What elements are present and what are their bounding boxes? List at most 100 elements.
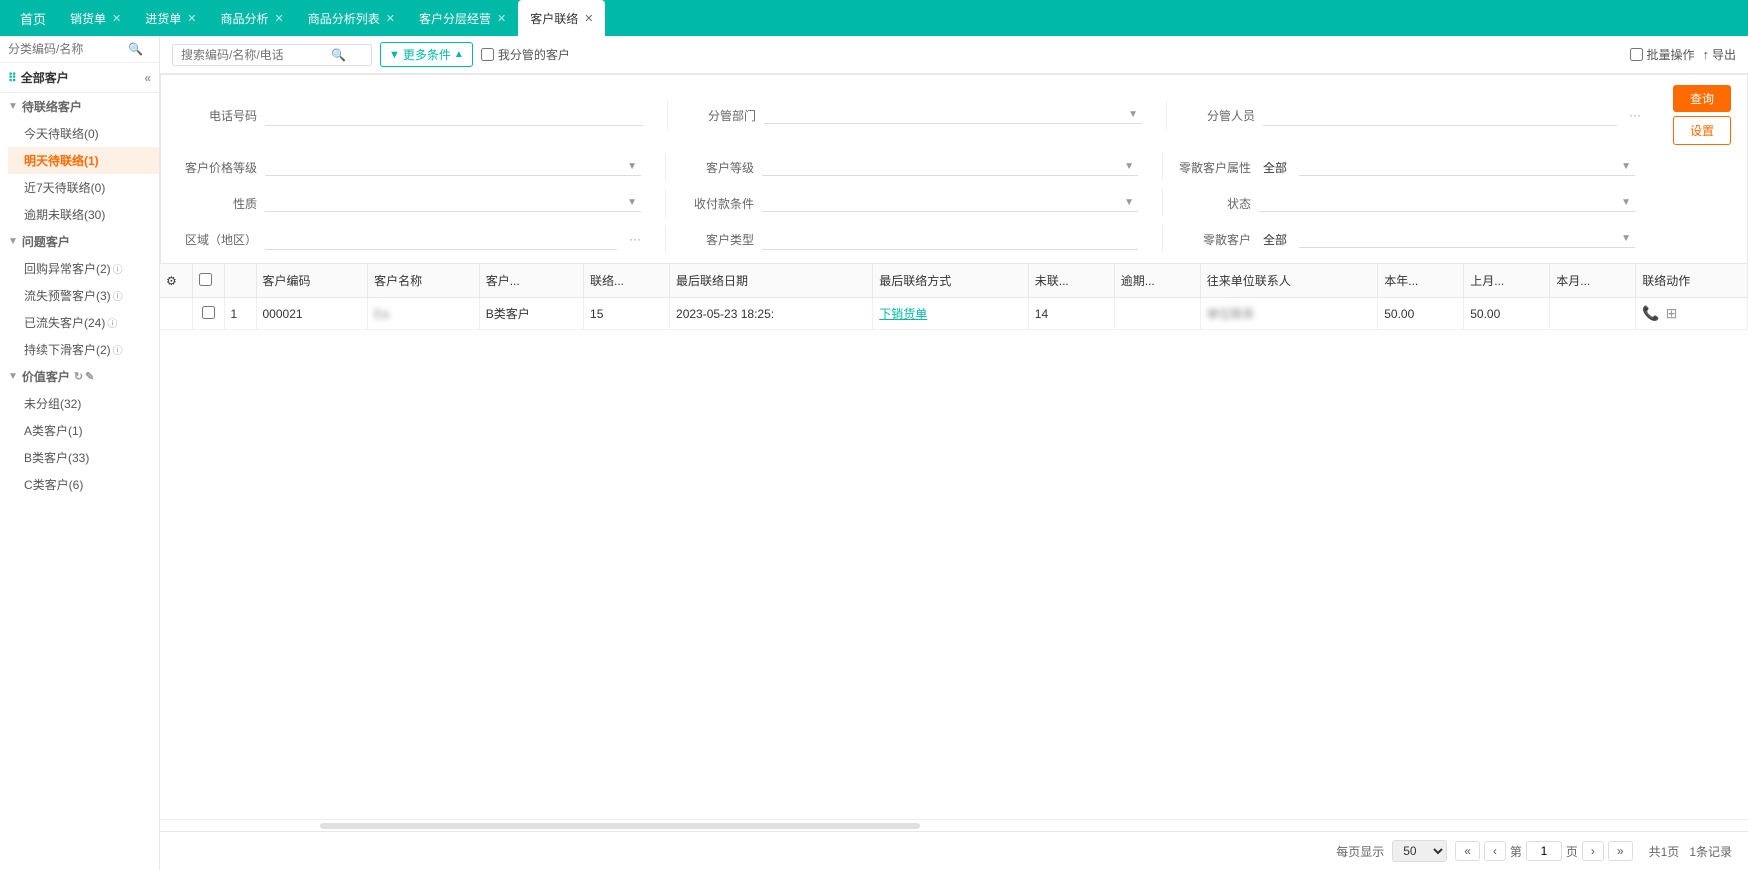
- filter-retail-customer-label: 零散客户: [1171, 231, 1251, 248]
- col-this-month-header[interactable]: 本月...: [1550, 264, 1636, 298]
- query-button[interactable]: 查询: [1673, 85, 1731, 112]
- sidebar-search-area: 🔍: [0, 36, 159, 63]
- sidebar-item-repurchase-abnormal[interactable]: 回购异常客户(2) ⓘ: [8, 255, 159, 282]
- edit-icon[interactable]: ✎: [85, 370, 94, 383]
- per-page-select[interactable]: 50 100 200: [1392, 840, 1447, 862]
- next-page-button[interactable]: ›: [1582, 841, 1604, 861]
- filter-customer-type-input[interactable]: [762, 229, 1138, 250]
- sidebar-item-a-class[interactable]: A类客户(1): [8, 417, 159, 444]
- batch-op-button[interactable]: 批量操作: [1630, 46, 1694, 63]
- sidebar-search-input[interactable]: [8, 42, 128, 56]
- search-icon[interactable]: 🔍: [128, 42, 143, 56]
- more-conditions-button[interactable]: ▼ 更多条件 ▲: [380, 42, 473, 67]
- nav-home[interactable]: 首页: [8, 0, 58, 36]
- search-icon[interactable]: 🔍: [331, 48, 346, 62]
- filter-dept-select[interactable]: ▼: [764, 106, 1142, 124]
- search-input[interactable]: [181, 48, 331, 62]
- filter-retail-attr-select[interactable]: ▼: [1299, 158, 1635, 176]
- sidebar-item-churn-warning[interactable]: 流失预警客户(3) ⓘ: [8, 282, 159, 309]
- col-name-header[interactable]: 客户名称: [368, 264, 480, 298]
- filter-person-input[interactable]: [1263, 105, 1617, 126]
- chevron-down-icon: ▼: [627, 197, 637, 208]
- sidebar-item-tomorrow[interactable]: 明天待联络(1): [8, 147, 159, 174]
- col-overdue-header[interactable]: 逾期...: [1114, 264, 1200, 298]
- nav-tab-0[interactable]: 销货单 ✕: [58, 0, 133, 36]
- first-page-button[interactable]: «: [1455, 841, 1480, 861]
- row-index: 1: [224, 298, 256, 330]
- nav-tab-1[interactable]: 进货单 ✕: [133, 0, 208, 36]
- my-customers-check[interactable]: [481, 48, 494, 61]
- col-contact-header[interactable]: 联络...: [584, 264, 670, 298]
- filter-payment-select[interactable]: ▼: [762, 194, 1138, 212]
- sidebar-section-problem[interactable]: ▼ 问题客户: [0, 228, 159, 255]
- filter-customer-level: 客户等级 ▼: [674, 158, 1154, 176]
- filter-price-level-select[interactable]: ▼: [265, 158, 641, 176]
- close-icon[interactable]: ✕: [112, 12, 121, 25]
- sidebar-item-7days[interactable]: 近7天待联络(0): [8, 174, 159, 201]
- collapse-icon[interactable]: «: [144, 71, 151, 85]
- col-not-contacted-header[interactable]: 未联...: [1028, 264, 1114, 298]
- filter-customer-level-select[interactable]: ▼: [762, 158, 1138, 176]
- sidebar-item-churned[interactable]: 已流失客户(24) ⓘ: [8, 309, 159, 336]
- sidebar-item-overdue[interactable]: 逾期未联络(30): [8, 201, 159, 228]
- filter-row-4: 区域（地区） ··· 客户类型 零散客户 全部 ▼: [177, 225, 1731, 253]
- settings-button[interactable]: 设置: [1673, 116, 1731, 145]
- close-icon[interactable]: ✕: [584, 12, 593, 25]
- nav-tab-2[interactable]: 商品分析 ✕: [208, 0, 295, 36]
- nav-tab-5[interactable]: 客户联络 ✕: [518, 0, 605, 36]
- filter-dept-label: 分管部门: [676, 107, 756, 124]
- sidebar-item-c-class[interactable]: C类客户(6): [8, 471, 159, 498]
- col-last-contact-date-header[interactable]: 最后联络日期: [670, 264, 873, 298]
- grid-icon[interactable]: ⊞: [1666, 305, 1678, 322]
- close-icon[interactable]: ✕: [275, 12, 284, 25]
- col-code-header[interactable]: 客户编码: [256, 264, 368, 298]
- col-unit-contact-header[interactable]: 往来单位联系人: [1200, 264, 1377, 298]
- dots-icon[interactable]: ···: [1629, 108, 1641, 122]
- col-last-contact-method-header[interactable]: 最后联络方式: [873, 264, 1029, 298]
- total-info: 共1页 1条记录: [1649, 843, 1732, 860]
- filter-retail-customer-select[interactable]: ▼: [1299, 230, 1635, 248]
- last-page-button[interactable]: »: [1608, 841, 1633, 861]
- filter-nature-select[interactable]: ▼: [265, 194, 641, 212]
- col-last-month-header[interactable]: 上月...: [1464, 264, 1550, 298]
- toolbar: 🔍 ▼ 更多条件 ▲ 我分管的客户 批量操作 ↑ 导出: [160, 36, 1748, 74]
- export-button[interactable]: ↑ 导出: [1702, 46, 1736, 63]
- sidebar-item-declining[interactable]: 持续下滑客户(2) ⓘ: [8, 336, 159, 363]
- col-this-year-header[interactable]: 本年...: [1378, 264, 1464, 298]
- refresh-icon[interactable]: ↻: [74, 370, 83, 383]
- filter-status-select[interactable]: ▼: [1259, 194, 1635, 212]
- page-number-input[interactable]: [1526, 841, 1562, 861]
- nav-tab-3[interactable]: 商品分析列表 ✕: [296, 0, 407, 36]
- filter-price-level: 客户价格等级 ▼: [177, 158, 657, 176]
- filter-phone-input[interactable]: [265, 105, 643, 126]
- sidebar-item-today[interactable]: 今天待联络(0): [8, 120, 159, 147]
- nav-tab-4[interactable]: 客户分层经营 ✕: [407, 0, 518, 36]
- row-code: 000021: [256, 298, 368, 330]
- pending-items: 今天待联络(0) 明天待联络(1) 近7天待联络(0) 逾期未联络(30): [0, 120, 159, 228]
- scroll-thumb[interactable]: [320, 823, 920, 829]
- filter-area-input[interactable]: [265, 229, 617, 250]
- sidebar-all-customers[interactable]: ⠿ 全部客户 «: [0, 63, 159, 93]
- select-all-checkbox[interactable]: [199, 273, 212, 286]
- dots-icon[interactable]: ···: [629, 232, 641, 246]
- filter-icon: ▼: [389, 49, 400, 61]
- close-icon[interactable]: ✕: [386, 12, 395, 25]
- prev-page-button[interactable]: ‹: [1484, 841, 1506, 861]
- filter-area: 区域（地区） ···: [177, 229, 657, 250]
- phone-icon[interactable]: 📞: [1642, 305, 1659, 322]
- my-customers-checkbox[interactable]: 我分管的客户: [481, 46, 570, 63]
- col-settings-header[interactable]: ⚙: [160, 264, 192, 298]
- row-last-contact-method[interactable]: 下销货单: [873, 298, 1029, 330]
- toolbar-right: 批量操作 ↑ 导出: [1630, 46, 1736, 63]
- row-not-contacted: 14: [1028, 298, 1114, 330]
- sidebar-item-b-class[interactable]: B类客户(33): [8, 444, 159, 471]
- batch-check[interactable]: [1630, 48, 1643, 61]
- col-type-header[interactable]: 客户...: [479, 264, 583, 298]
- filter-dept: 分管部门 ▼: [676, 106, 1158, 124]
- sidebar-section-value[interactable]: ▼ 价值客户 ↻ ✎: [0, 363, 159, 390]
- close-icon[interactable]: ✕: [187, 12, 196, 25]
- sidebar-item-ungrouped[interactable]: 未分组(32): [8, 390, 159, 417]
- sidebar-section-pending[interactable]: ▼ 待联络客户: [0, 93, 159, 120]
- close-icon[interactable]: ✕: [497, 12, 506, 25]
- row-select-checkbox[interactable]: [202, 306, 215, 319]
